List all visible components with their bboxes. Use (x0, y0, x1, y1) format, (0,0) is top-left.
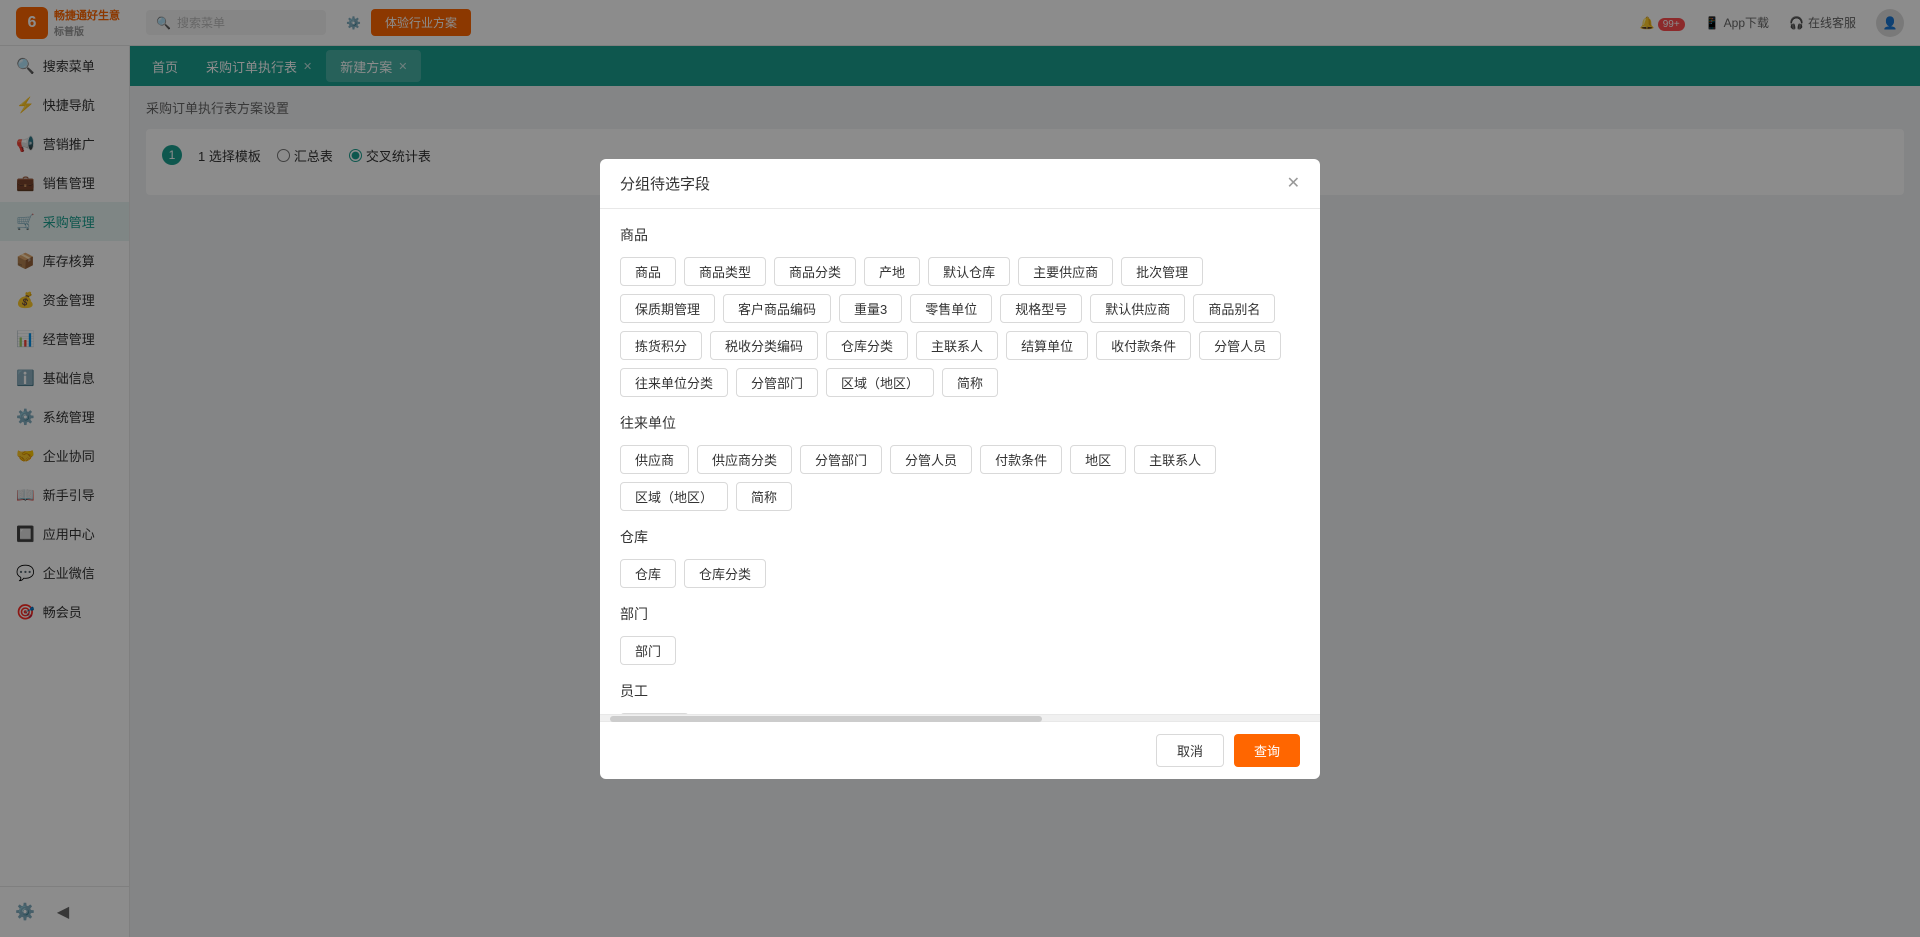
field-tag[interactable]: 分管人员 (1199, 331, 1281, 360)
field-group-title-部门: 部门 (620, 604, 1300, 624)
field-tag[interactable]: 往来单位分类 (620, 368, 728, 397)
modal-body[interactable]: 商品商品商品类型商品分类产地默认仓库主要供应商批次管理保质期管理客户商品编码重量… (600, 209, 1320, 715)
field-tag[interactable]: 批次管理 (1121, 257, 1203, 286)
field-tag[interactable]: 付款条件 (980, 445, 1062, 474)
field-tag[interactable]: 商品分类 (774, 257, 856, 286)
field-tag[interactable]: 结算单位 (1006, 331, 1088, 360)
confirm-button[interactable]: 查询 (1234, 734, 1300, 767)
field-tag[interactable]: 重量3 (839, 294, 902, 323)
field-tag[interactable]: 区域（地区） (826, 368, 934, 397)
field-tag[interactable]: 零售单位 (910, 294, 992, 323)
field-tag[interactable]: 简称 (942, 368, 998, 397)
field-tag[interactable]: 商品别名 (1193, 294, 1275, 323)
field-group-title-员工: 员工 (620, 681, 1300, 701)
field-group-title-往来单位: 往来单位 (620, 413, 1300, 433)
field-tag[interactable]: 主联系人 (916, 331, 998, 360)
field-tags-往来单位: 供应商供应商分类分管部门分管人员付款条件地区主联系人区域（地区） 简称 (620, 445, 1300, 511)
field-tag[interactable]: 默认供应商 (1090, 294, 1185, 323)
field-tag[interactable]: 规格型号 (1000, 294, 1082, 323)
field-tags-商品: 商品商品类型商品分类产地默认仓库主要供应商批次管理保质期管理客户商品编码重量3 零… (620, 257, 1300, 397)
modal-title: 分组待选字段 (620, 173, 710, 194)
field-tag[interactable]: 保质期管理 (620, 294, 715, 323)
field-tag[interactable]: 主要供应商 (1018, 257, 1113, 286)
field-tag[interactable]: 分管部门 (800, 445, 882, 474)
field-tags-部门: 部门 (620, 636, 1300, 665)
field-tag[interactable]: 商品 (620, 257, 676, 286)
field-tag[interactable]: 拣货积分 (620, 331, 702, 360)
field-tag[interactable]: 供应商 (620, 445, 689, 474)
modal-dialog: 分组待选字段 ✕ 商品商品商品类型商品分类产地默认仓库主要供应商批次管理保质期管… (600, 159, 1320, 779)
modal-footer: 取消 查询 (600, 721, 1320, 779)
field-tag[interactable]: 区域（地区） (620, 482, 728, 511)
field-tag[interactable]: 简称 (736, 482, 792, 511)
field-tag[interactable]: 主联系人 (1134, 445, 1216, 474)
field-tag[interactable]: 产地 (864, 257, 920, 286)
field-tag[interactable]: 税收分类编码 (710, 331, 818, 360)
field-tag[interactable]: 默认仓库 (928, 257, 1010, 286)
field-tag[interactable]: 分管部门 (736, 368, 818, 397)
field-tags-仓库: 仓库仓库分类 (620, 559, 1300, 588)
field-tag[interactable]: 收付款条件 (1096, 331, 1191, 360)
field-tag[interactable]: 仓库分类 (826, 331, 908, 360)
cancel-button[interactable]: 取消 (1156, 734, 1224, 767)
modal-overlay: 分组待选字段 ✕ 商品商品商品类型商品分类产地默认仓库主要供应商批次管理保质期管… (0, 0, 1920, 937)
modal-header: 分组待选字段 ✕ (600, 159, 1320, 209)
modal-horizontal-scroll[interactable] (600, 714, 1320, 721)
field-tag[interactable]: 仓库 (620, 559, 676, 588)
field-tag[interactable]: 部门 (620, 636, 676, 665)
field-tag[interactable]: 分管人员 (890, 445, 972, 474)
field-group-title-仓库: 仓库 (620, 527, 1300, 547)
field-tag[interactable]: 供应商分类 (697, 445, 792, 474)
modal-close-button[interactable]: ✕ (1287, 173, 1300, 193)
hscroll-thumb (610, 716, 1042, 722)
field-tag[interactable]: 地区 (1070, 445, 1126, 474)
field-tag[interactable]: 商品类型 (684, 257, 766, 286)
field-group-title-商品: 商品 (620, 225, 1300, 245)
field-tag[interactable]: 仓库分类 (684, 559, 766, 588)
field-tag[interactable]: 客户商品编码 (723, 294, 831, 323)
